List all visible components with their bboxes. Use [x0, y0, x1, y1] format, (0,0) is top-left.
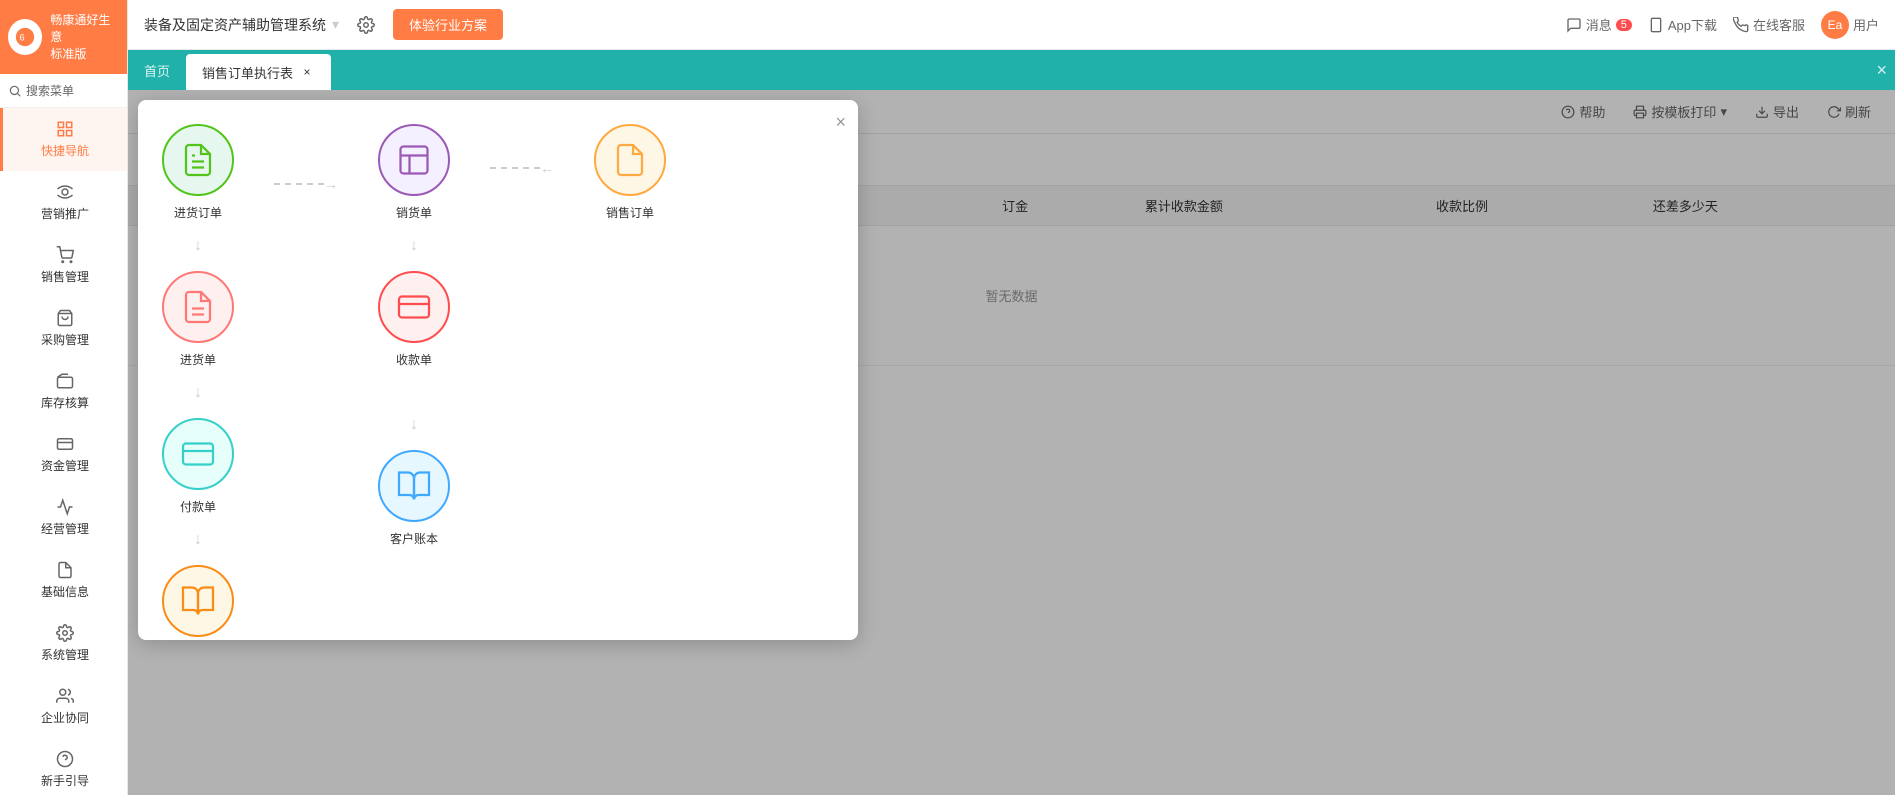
sidebar-item-label: 销售管理 [41, 268, 89, 285]
top-header: 装备及固定资产辅助管理系统 ▾ 体验行业方案 消息 5 App下载 [128, 0, 1895, 50]
sales-order-circle [594, 124, 666, 196]
svg-text:6: 6 [20, 33, 25, 43]
sales-order-label: 销售订单 [606, 204, 654, 221]
purchase-order-circle [162, 124, 234, 196]
sidebar-item-label: 系统管理 [41, 646, 89, 663]
sidebar-item-label: 库存核算 [41, 394, 89, 411]
close-all-btn[interactable]: × [1876, 60, 1887, 81]
tab-close-btn[interactable]: × [299, 64, 315, 80]
sidebar-item-enterprise[interactable]: 企业协同 [0, 675, 127, 738]
sidebar-item-inventory[interactable]: 库存核算 [0, 360, 127, 423]
flow-node-purchase-order[interactable]: 进货订单 [162, 124, 234, 221]
user-menu[interactable]: Ea 用户 [1821, 11, 1879, 39]
popup-overlay: × 进货订单 ↓ [128, 90, 1895, 795]
arrow-down-2: ↓ [194, 384, 202, 402]
sidebar-item-label: 经营管理 [41, 520, 89, 537]
gear-button[interactable] [351, 10, 381, 40]
customer-ledger-circle [378, 450, 450, 522]
sidebar-item-label: 快捷导航 [41, 142, 89, 159]
flow-node-customer-ledger[interactable]: 客户账本 [378, 450, 450, 547]
purchase-bill-circle [162, 271, 234, 343]
sidebar-item-system[interactable]: 系统管理 [0, 612, 127, 675]
sidebar-item-marketing[interactable]: 营销推广 [0, 171, 127, 234]
sidebar-item-label: 新手引导 [41, 772, 89, 789]
sidebar: 6 畅康通好生意 标准版 搜索菜单 快捷导航 营销推广 销售管理 [0, 0, 128, 795]
receipt-label: 收款单 [396, 351, 432, 368]
purchase-order-label: 进货订单 [174, 204, 222, 221]
payment-circle [162, 418, 234, 490]
message-btn[interactable]: 消息 5 [1566, 15, 1632, 34]
tab-bar: 首页 销售订单执行表 × × [128, 50, 1895, 90]
flow-node-sales-order[interactable]: 销售订单 [594, 124, 666, 221]
flow-col-left: 进货订单 ↓ 进货单 ↓ [162, 124, 234, 640]
online-service-btn[interactable]: 在线客服 [1733, 15, 1805, 34]
header-system-title: 装备及固定资产辅助管理系统 ▾ [144, 15, 339, 35]
flow-node-supplier-ledger[interactable]: 供应商账本 [162, 565, 234, 640]
payment-label: 付款单 [180, 498, 216, 515]
flow-arrows-mid: → [274, 124, 338, 492]
logo-icon: 6 [8, 19, 42, 55]
sidebar-item-label: 资金管理 [41, 457, 89, 474]
sidebar-search-label: 搜索菜单 [26, 82, 74, 99]
tab-home[interactable]: 首页 [128, 50, 186, 90]
customer-ledger-label: 客户账本 [390, 530, 438, 547]
sidebar-item-purchase[interactable]: 采购管理 [0, 297, 127, 360]
arrow-down-3: ↓ [194, 531, 202, 549]
flow-diagram: 进货订单 ↓ 进货单 ↓ [162, 124, 834, 640]
sales-bill-label: 销货单 [396, 204, 432, 221]
logo-text: 畅康通好生意 标准版 [50, 12, 119, 62]
arrow-down-4: ↓ [410, 237, 418, 255]
avatar: Ea [1821, 11, 1849, 39]
sidebar-item-operations[interactable]: 经营管理 [0, 486, 127, 549]
flow-node-receipt[interactable]: 收款单 [378, 271, 450, 368]
popup-card: × 进货订单 ↓ [138, 100, 858, 640]
h-arrow-1: → [274, 140, 338, 228]
popup-close-btn[interactable]: × [835, 112, 846, 133]
sidebar-item-base[interactable]: 基础信息 [0, 549, 127, 612]
sidebar-item-label: 企业协同 [41, 709, 89, 726]
sidebar-nav: 快捷导航 营销推广 销售管理 采购管理 库存核算 资金管理 [0, 108, 127, 795]
sidebar-item-quick-nav[interactable]: 快捷导航 [0, 108, 127, 171]
main-area: 装备及固定资产辅助管理系统 ▾ 体验行业方案 消息 5 App下载 [128, 0, 1895, 795]
flow-col-sales-order-node: 销售订单 [594, 124, 666, 221]
content-area: 帮助 按模板打印 ▾ 导出 刷新 [128, 90, 1895, 795]
flow-node-sales-bill[interactable]: 销货单 [378, 124, 450, 221]
flow-node-payment[interactable]: 付款单 [162, 418, 234, 515]
sidebar-item-label: 营销推广 [41, 205, 89, 222]
flow-node-purchase-bill[interactable]: 进货单 [162, 271, 234, 368]
arrow-down-5: ↓ [410, 416, 418, 434]
flow-col-sales-order: ← [490, 124, 554, 212]
purchase-bill-label: 进货单 [180, 351, 216, 368]
h-arrow-sales: ← [490, 124, 554, 212]
flow-col-right: 销货单 ↓ 收款单 ↓ [378, 124, 450, 547]
app-download-btn[interactable]: App下载 [1648, 15, 1717, 34]
sales-bill-circle [378, 124, 450, 196]
supplier-ledger-circle [162, 565, 234, 637]
experience-btn[interactable]: 体验行业方案 [393, 9, 503, 40]
arrow-down-1: ↓ [194, 237, 202, 255]
sidebar-item-finance[interactable]: 资金管理 [0, 423, 127, 486]
receipt-circle [378, 271, 450, 343]
tab-sales-order-exec[interactable]: 销售订单执行表 × [186, 54, 331, 90]
header-right: 消息 5 App下载 在线客服 Ea 用户 [1566, 11, 1879, 39]
sidebar-search[interactable]: 搜索菜单 [0, 74, 127, 108]
sidebar-item-label: 采购管理 [41, 331, 89, 348]
sidebar-item-label: 基础信息 [41, 583, 89, 600]
sidebar-logo[interactable]: 6 畅康通好生意 标准版 [0, 0, 127, 74]
sidebar-item-guide[interactable]: 新手引导 [0, 738, 127, 795]
sidebar-item-sales[interactable]: 销售管理 [0, 234, 127, 297]
